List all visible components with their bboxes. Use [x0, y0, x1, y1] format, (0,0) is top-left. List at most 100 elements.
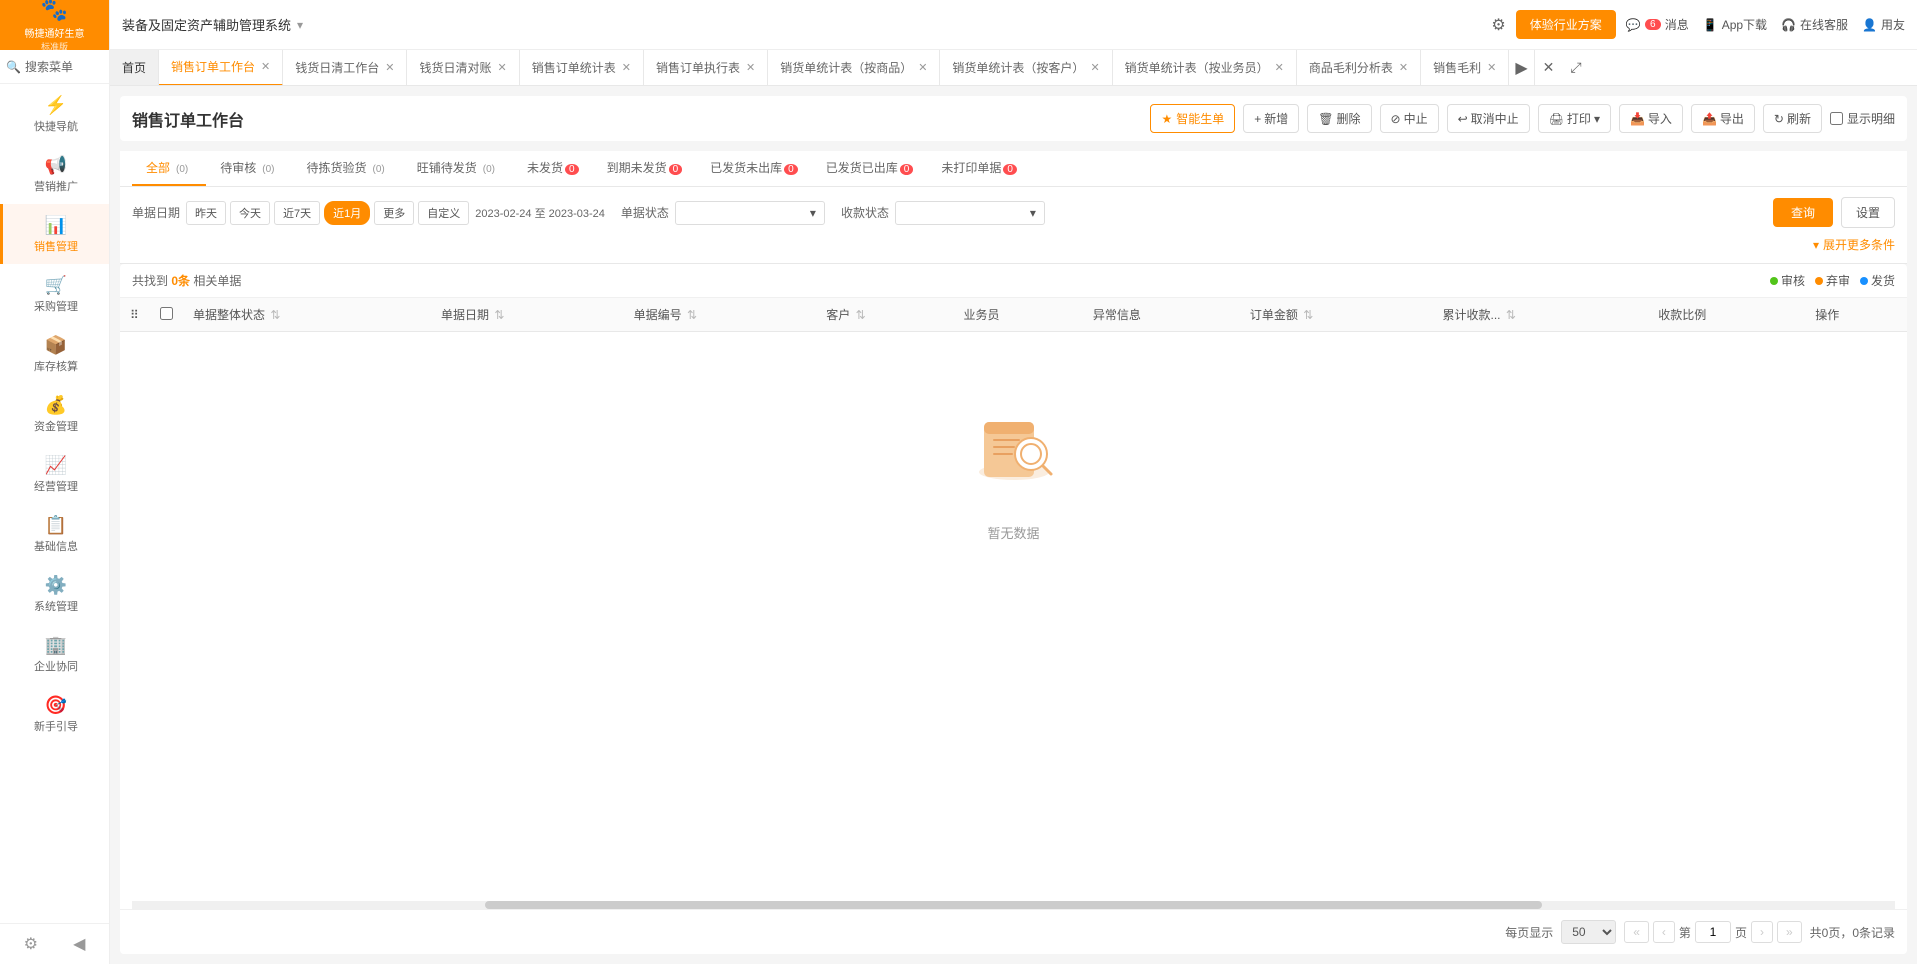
th-status[interactable]: 单据整体状态 ⇅ [183, 298, 431, 332]
show-detail-label[interactable]: 显示明细 [1830, 110, 1895, 127]
per-page-select[interactable]: 50 10 20 100 [1561, 920, 1616, 944]
filter-tab-overdue[interactable]: 到期未发货0 [593, 151, 697, 186]
online-service-item[interactable]: 🎧 在线客服 [1781, 16, 1848, 33]
prev-page-button[interactable]: ‹ [1653, 921, 1675, 943]
last-page-button[interactable]: » [1777, 921, 1802, 943]
print-button[interactable]: 🖨 打印 ▾ [1538, 104, 1611, 133]
query-button[interactable]: 查询 [1773, 198, 1833, 227]
th-abnormal[interactable]: 异常信息 [1083, 298, 1240, 332]
revoke-action-btn[interactable]: 弃审 [1815, 272, 1850, 289]
smart-create-button[interactable]: ★ 智能生单 [1150, 104, 1235, 133]
tab-close-all-btn[interactable]: ✕ [1535, 50, 1563, 86]
tabs-scroll-right-btn[interactable]: ▶ [1509, 50, 1534, 86]
tab-close-icon[interactable]: ✕ [1090, 61, 1099, 74]
filter-tab-delivered-unstocked[interactable]: 已发货未出库0 [696, 151, 812, 186]
solution-button[interactable]: 体验行业方案 [1516, 10, 1616, 39]
review-action-btn[interactable]: 审核 [1770, 272, 1805, 289]
date-7days-btn[interactable]: 近7天 [274, 201, 320, 225]
date-1month-btn[interactable]: 近1月 [324, 201, 370, 225]
cancel-stop-button[interactable]: ↩ 取消中止 [1447, 104, 1530, 133]
tab-close-icon[interactable]: ✕ [498, 61, 507, 74]
th-customer[interactable]: 客户 ⇅ [816, 298, 953, 332]
th-salesperson[interactable]: 业务员 [954, 298, 1083, 332]
tab-sales-staff[interactable]: 销货单统计表（按业务员） ✕ [1113, 50, 1297, 86]
filter-tab-unprinted[interactable]: 未打印单据0 [927, 151, 1031, 186]
sidebar-item-quick-nav[interactable]: ⚡ 快捷导航 [0, 84, 109, 144]
filter-tab-pending-inspect[interactable]: 待拣货验货(0) [293, 151, 403, 186]
sidebar-item-finance[interactable]: 💰 资金管理 [0, 384, 109, 444]
horizontal-scrollbar[interactable] [132, 901, 1895, 909]
tab-home[interactable]: 首页 [110, 50, 159, 86]
th-date[interactable]: 单据日期 ⇅ [431, 298, 624, 332]
user-item[interactable]: 👤 用友 [1862, 16, 1905, 33]
tab-sales-exec[interactable]: 销售订单执行表 ✕ [644, 50, 768, 86]
sidebar-item-purchase[interactable]: 🛒 采购管理 [0, 264, 109, 324]
tab-close-icon[interactable]: ✕ [746, 61, 755, 74]
date-custom-btn[interactable]: 自定义 [418, 201, 469, 225]
import-button[interactable]: 📥 导入 [1619, 104, 1683, 133]
tab-cash-daily-label: 钱货日清工作台 [295, 59, 379, 76]
date-yesterday-btn[interactable]: 昨天 [186, 201, 226, 225]
filter-tab-delivered-stocked[interactable]: 已发货已出库0 [812, 151, 928, 186]
system-dropdown-icon[interactable]: ▾ [297, 18, 303, 32]
tab-close-icon[interactable]: ✕ [918, 61, 927, 74]
tab-close-icon[interactable]: ✕ [622, 61, 631, 74]
app-download-item[interactable]: 📱 App下载 [1703, 16, 1767, 33]
date-today-btn[interactable]: 今天 [230, 201, 270, 225]
tab-maximize-btn[interactable]: ⤢ [1562, 50, 1589, 86]
tab-sales-workbench[interactable]: 销售订单工作台 ✕ [159, 50, 283, 86]
tab-sales-profit[interactable]: 销售毛利 ✕ [1421, 50, 1509, 86]
tab-sales-stat[interactable]: 销售订单统计表 ✕ [520, 50, 644, 86]
tab-sales-product[interactable]: 销货单统计表（按商品） ✕ [768, 50, 940, 86]
status-select[interactable]: ▾ [675, 201, 825, 225]
show-detail-checkbox[interactable] [1830, 112, 1843, 125]
filter-tab-all[interactable]: 全部(0) [132, 151, 206, 186]
sidebar-search[interactable]: 🔍 搜索菜单 [0, 50, 109, 84]
th-received[interactable]: 累计收款... ⇅ [1433, 298, 1649, 332]
expand-conditions-btn[interactable]: ▾ 展开更多条件 [1813, 236, 1895, 253]
date-more-btn[interactable]: 更多 [374, 201, 414, 225]
export-button[interactable]: 📤 导出 [1691, 104, 1755, 133]
date-group: 昨天 今天 近7天 近1月 更多 自定义 [186, 201, 469, 225]
sidebar-item-operations[interactable]: 📈 经营管理 [0, 444, 109, 504]
collapse-icon[interactable]: ◀ [73, 934, 85, 954]
payment-select[interactable]: ▾ [895, 201, 1045, 225]
th-ratio[interactable]: 收款比例 [1648, 298, 1805, 332]
tab-close-icon[interactable]: ✕ [385, 61, 394, 74]
next-page-button[interactable]: › [1751, 921, 1773, 943]
add-button[interactable]: + 新增 [1243, 104, 1299, 133]
set-button[interactable]: 设置 [1841, 197, 1895, 228]
tab-cash-reconcile[interactable]: 钱货日清对账 ✕ [407, 50, 519, 86]
delete-button[interactable]: 🗑 删除 [1307, 104, 1371, 133]
filter-tab-wangpu[interactable]: 旺铺待发货(0) [403, 151, 513, 186]
sidebar-item-inventory[interactable]: 📦 库存核算 [0, 324, 109, 384]
th-amount[interactable]: 订单金额 ⇅ [1240, 298, 1433, 332]
stop-button[interactable]: ⊘ 中止 [1380, 104, 1439, 133]
filter-tab-pending-review[interactable]: 待审核(0) [206, 151, 292, 186]
table-scroll[interactable]: ⠿ 单据整体状态 ⇅ 单据日期 ⇅ 单据编号 [120, 298, 1907, 901]
tab-close-icon[interactable]: ✕ [1399, 61, 1408, 74]
sidebar-item-sales[interactable]: 📊 销售管理 [0, 204, 109, 264]
message-item[interactable]: 💬 6 消息 [1626, 16, 1689, 33]
th-check[interactable] [150, 298, 183, 332]
tab-cash-daily[interactable]: 钱货日清工作台 ✕ [283, 50, 407, 86]
settings-icon[interactable]: ⚙ [24, 934, 38, 954]
page-number-input[interactable] [1695, 921, 1731, 943]
th-number[interactable]: 单据编号 ⇅ [624, 298, 817, 332]
tab-close-icon[interactable]: ✕ [261, 60, 270, 73]
tab-close-icon[interactable]: ✕ [1487, 61, 1496, 74]
sidebar-item-marketing[interactable]: 📢 营销推广 [0, 144, 109, 204]
select-all-checkbox[interactable] [160, 307, 173, 320]
filter-tab-undelivered[interactable]: 未发货0 [513, 151, 593, 186]
sidebar-item-newbie[interactable]: 🎯 新手引导 [0, 684, 109, 744]
first-page-button[interactable]: « [1624, 921, 1649, 943]
sidebar-item-enterprise[interactable]: 🏢 企业协同 [0, 624, 109, 684]
sidebar-item-base-info[interactable]: 📋 基础信息 [0, 504, 109, 564]
sidebar-item-system[interactable]: ⚙️ 系统管理 [0, 564, 109, 624]
tab-close-icon[interactable]: ✕ [1275, 61, 1284, 74]
tab-sales-customer[interactable]: 销货单统计表（按客户） ✕ [940, 50, 1112, 86]
deliver-action-btn[interactable]: 发货 [1860, 272, 1895, 289]
tab-margin-analysis[interactable]: 商品毛利分析表 ✕ [1297, 50, 1421, 86]
refresh-button[interactable]: ↻ 刷新 [1763, 104, 1822, 133]
topbar-settings-icon[interactable]: ⚙ [1491, 15, 1505, 35]
